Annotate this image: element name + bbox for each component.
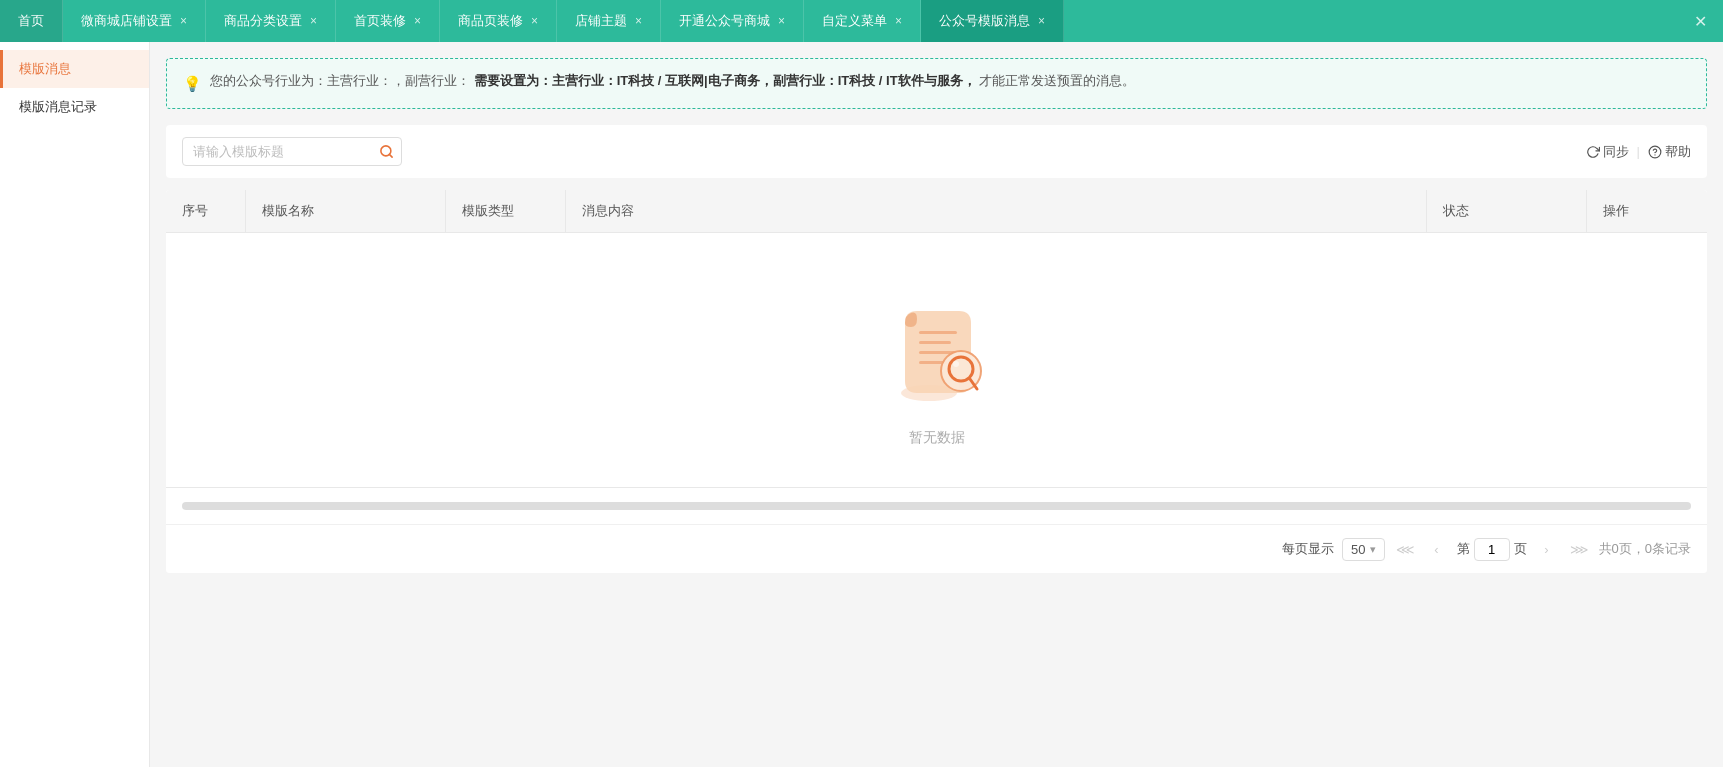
content-area: 💡 您的公众号行业为：主营行业：，副营行业： 需要设置为：主营行业：IT科技 /… — [150, 42, 1723, 767]
empty-illustration — [877, 293, 997, 413]
nav-tab-category-settings-label: 商品分类设置 — [224, 12, 302, 30]
sync-label: 同步 — [1603, 143, 1629, 161]
empty-text: 暂无数据 — [909, 429, 965, 447]
close-all-button[interactable]: ✕ — [1678, 12, 1723, 31]
nav-tab-store-theme[interactable]: 店铺主题 × — [557, 0, 661, 42]
pagination: 每页显示 50 ▾ ⋘ ‹ 第 页 › ⋙ 共0页，0条记录 — [166, 524, 1707, 573]
col-type: 模版类型 — [446, 190, 566, 232]
divider: | — [1637, 144, 1640, 159]
scrollbar-area[interactable] — [166, 487, 1707, 524]
total-info: 共0页，0条记录 — [1599, 540, 1691, 558]
notice-text: 您的公众号行业为：主营行业：，副营行业： 需要设置为：主营行业：IT科技 / 互… — [210, 71, 1135, 92]
search-input-wrap — [182, 137, 402, 166]
prev-page-button[interactable]: ‹ — [1425, 537, 1449, 561]
help-label: 帮助 — [1665, 143, 1691, 161]
sync-button[interactable]: 同步 — [1586, 143, 1629, 161]
notice-banner: 💡 您的公众号行业为：主营行业：，副营行业： 需要设置为：主营行业：IT科技 /… — [166, 58, 1707, 109]
help-button[interactable]: 帮助 — [1648, 143, 1691, 161]
col-content: 消息内容 — [566, 190, 1427, 232]
svg-line-1 — [389, 154, 392, 157]
col-index: 序号 — [166, 190, 246, 232]
nav-tab-template-msg-close[interactable]: × — [1038, 15, 1045, 27]
sidebar-item-template-msg-log[interactable]: 模版消息记录 — [0, 88, 149, 126]
sidebar: 模版消息 模版消息记录 — [0, 42, 150, 767]
nav-tab-category-settings[interactable]: 商品分类设置 × — [206, 0, 336, 42]
sidebar-item-template-msg[interactable]: 模版消息 — [0, 50, 149, 88]
page-input[interactable] — [1474, 538, 1510, 561]
page-label-after: 页 — [1514, 540, 1527, 558]
empty-state: 暂无数据 — [166, 233, 1707, 487]
search-bar: 同步 | 帮助 — [166, 125, 1707, 178]
nav-tab-store-theme-label: 店铺主题 — [575, 12, 627, 30]
search-button[interactable] — [379, 144, 394, 159]
nav-tab-custom-menu[interactable]: 自定义菜单 × — [804, 0, 921, 42]
next-page-button[interactable]: › — [1535, 537, 1559, 561]
sidebar-item-template-msg-label: 模版消息 — [19, 61, 71, 76]
nav-tab-store-settings[interactable]: 微商城店铺设置 × — [63, 0, 206, 42]
nav-tab-home[interactable]: 首页 — [0, 0, 63, 42]
notice-highlight: 需要设置为：主营行业：IT科技 / 互联网|电子商务，副营行业：IT科技 / I… — [474, 73, 976, 88]
nav-tab-template-msg-label: 公众号模版消息 — [939, 12, 1030, 30]
main-layout: 模版消息 模版消息记录 💡 您的公众号行业为：主营行业：，副营行业： 需要设置为… — [0, 42, 1723, 767]
search-input[interactable] — [182, 137, 402, 166]
page-current: 第 页 — [1457, 538, 1527, 561]
col-action: 操作 — [1587, 190, 1707, 232]
horizontal-scrollbar[interactable] — [182, 502, 1691, 510]
nav-tab-home-decor-close[interactable]: × — [414, 15, 421, 27]
top-nav: 首页 微商城店铺设置 × 商品分类设置 × 首页装修 × 商品页装修 × 店铺主… — [0, 0, 1723, 42]
nav-tab-store-settings-label: 微商城店铺设置 — [81, 12, 172, 30]
notice-icon: 💡 — [183, 72, 202, 96]
nav-tab-product-decor-label: 商品页装修 — [458, 12, 523, 30]
last-page-button[interactable]: ⋙ — [1567, 537, 1591, 561]
nav-tab-product-decor[interactable]: 商品页装修 × — [440, 0, 557, 42]
nav-tab-product-decor-close[interactable]: × — [531, 15, 538, 27]
sidebar-item-template-msg-log-label: 模版消息记录 — [19, 99, 97, 114]
svg-rect-5 — [919, 331, 957, 334]
page-label-before: 第 — [1457, 540, 1470, 558]
page-size-label: 每页显示 — [1282, 540, 1334, 558]
nav-tab-open-mall-label: 开通公众号商城 — [679, 12, 770, 30]
svg-point-12 — [953, 361, 959, 367]
nav-tab-home-label: 首页 — [18, 12, 44, 30]
nav-tab-category-settings-close[interactable]: × — [310, 15, 317, 27]
nav-tab-store-settings-close[interactable]: × — [180, 15, 187, 27]
svg-rect-6 — [919, 341, 951, 344]
nav-tab-home-decor[interactable]: 首页装修 × — [336, 0, 440, 42]
chevron-down-icon: ▾ — [1370, 543, 1376, 556]
nav-tab-template-msg[interactable]: 公众号模版消息 × — [921, 0, 1064, 42]
search-left — [182, 137, 402, 166]
nav-tab-home-decor-label: 首页装修 — [354, 12, 406, 30]
data-table: 序号 模版名称 模版类型 消息内容 状态 操作 — [166, 190, 1707, 573]
nav-tab-custom-menu-label: 自定义菜单 — [822, 12, 887, 30]
col-status: 状态 — [1427, 190, 1587, 232]
nav-tab-custom-menu-close[interactable]: × — [895, 15, 902, 27]
search-right: 同步 | 帮助 — [1586, 143, 1691, 161]
first-page-button[interactable]: ⋘ — [1393, 537, 1417, 561]
col-name: 模版名称 — [246, 190, 446, 232]
nav-tab-open-mall[interactable]: 开通公众号商城 × — [661, 0, 804, 42]
page-size-select[interactable]: 50 ▾ — [1342, 538, 1384, 561]
nav-tab-store-theme-close[interactable]: × — [635, 15, 642, 27]
notice-prefix: 您的公众号行业为：主营行业：，副营行业： — [210, 73, 470, 88]
nav-tab-open-mall-close[interactable]: × — [778, 15, 785, 27]
page-size-value: 50 — [1351, 542, 1365, 557]
table-header: 序号 模版名称 模版类型 消息内容 状态 操作 — [166, 190, 1707, 233]
notice-suffix: 才能正常发送预置的消息。 — [979, 73, 1135, 88]
